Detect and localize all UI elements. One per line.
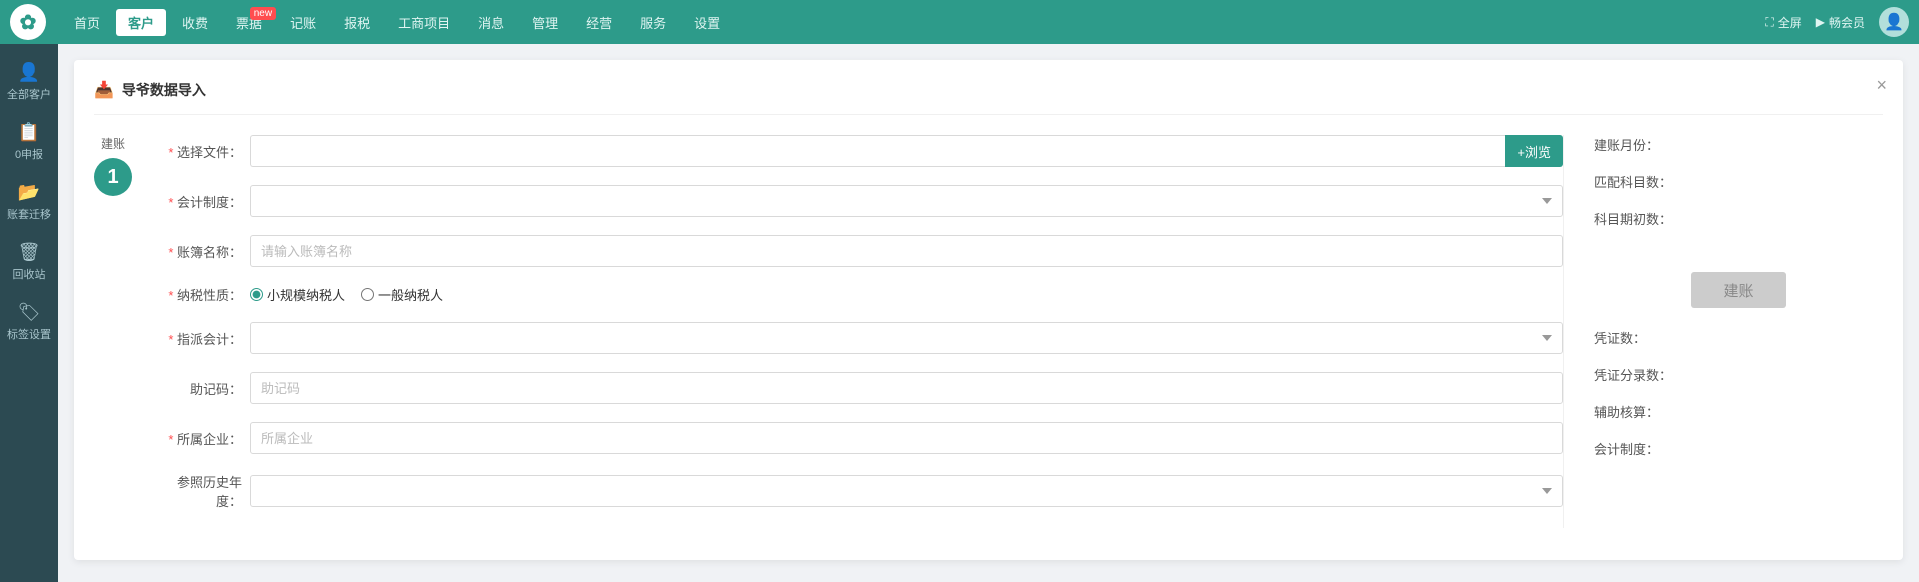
right-row-voucher-count: 凭证数： bbox=[1594, 328, 1883, 347]
migration-icon: 📂 bbox=[18, 182, 40, 203]
label-select-file: 选择文件： bbox=[162, 142, 242, 161]
logo-icon: ✿ bbox=[20, 10, 37, 35]
sidebar-item-all-customers[interactable]: 👤 全部客户 bbox=[0, 54, 58, 110]
top-nav: ✿ 首页 客户 收费 票据 new 记账 报税 工商项目 消息 管理 经营 服务… bbox=[0, 0, 1919, 44]
nav-item-message[interactable]: 消息 bbox=[466, 9, 516, 36]
radio-small-label: 小规模纳税人 bbox=[267, 285, 345, 304]
form-right: 建账月份： 匹配科目数： 科目期初数： 建账 凭证数： bbox=[1563, 135, 1883, 528]
nav-logo: ✿ bbox=[10, 4, 46, 40]
right-label-aux-accounting: 辅助核算： bbox=[1594, 402, 1684, 421]
right-label-voucher-entries: 凭证分录数： bbox=[1594, 365, 1684, 384]
row-ref-historical-year: 参照历史年度： bbox=[162, 472, 1563, 510]
member-icon: ▶ bbox=[1816, 15, 1825, 29]
import-icon: 📥 bbox=[94, 80, 114, 100]
build-button[interactable]: 建账 bbox=[1691, 272, 1785, 308]
nav-right: ⛶ 全屏 ▶ 畅会员 👤 bbox=[1765, 7, 1909, 37]
nav-item-service[interactable]: 服务 bbox=[628, 9, 678, 36]
right-label-match-subjects: 匹配科目数： bbox=[1594, 172, 1684, 191]
radio-small-taxpayer[interactable]: 小规模纳税人 bbox=[250, 285, 345, 304]
sidebar-item-account-migration[interactable]: 📂 账套迁移 bbox=[0, 174, 58, 230]
step-circle: 1 bbox=[94, 158, 132, 196]
label-affiliated-company: 所属企业： bbox=[162, 429, 242, 448]
main-content: 📥 导爷数据导入 × 建账 1 选择文件： bbox=[58, 44, 1919, 582]
tag-icon: 🏷 bbox=[18, 302, 41, 323]
row-select-file: 选择文件： +浏览 bbox=[162, 135, 1563, 167]
nav-items: 首页 客户 收费 票据 new 记账 报税 工商项目 消息 管理 经营 服务 设… bbox=[62, 9, 1765, 36]
tax-nature-radio-group: 小规模纳税人 一般纳税人 bbox=[250, 285, 1563, 304]
fullscreen-button[interactable]: ⛶ 全屏 bbox=[1765, 14, 1801, 31]
nav-item-customer[interactable]: 客户 bbox=[116, 9, 166, 36]
dialog-title: 导爷数据导入 bbox=[122, 80, 206, 100]
accounting-system-select[interactable] bbox=[250, 185, 1563, 217]
declaration-icon: 📋 bbox=[18, 122, 40, 143]
new-badge: new bbox=[250, 7, 276, 20]
trash-icon: 🗑 bbox=[18, 242, 41, 263]
nav-item-manage[interactable]: 管理 bbox=[520, 9, 570, 36]
right-row-aux-accounting: 辅助核算： bbox=[1594, 402, 1883, 421]
form-left: 建账 1 选择文件： +浏览 bbox=[94, 135, 1563, 528]
label-memo-code: 助记码： bbox=[162, 379, 242, 398]
fullscreen-icon: ⛶ bbox=[1765, 15, 1773, 30]
label-accounting-system: 会计制度： bbox=[162, 192, 242, 211]
radio-general-input[interactable] bbox=[361, 288, 374, 301]
sidebar-item-recycle[interactable]: 🗑 回收站 bbox=[0, 234, 58, 290]
nav-item-business[interactable]: 工商项目 bbox=[386, 9, 462, 36]
right-row-match-subjects: 匹配科目数： bbox=[1594, 172, 1883, 191]
assigned-accountant-select[interactable] bbox=[250, 322, 1563, 354]
right-row-voucher-entries: 凭证分录数： bbox=[1594, 365, 1883, 384]
label-ref-historical-year: 参照历史年度： bbox=[162, 472, 242, 510]
file-input-group: +浏览 bbox=[250, 135, 1563, 167]
sidebar-item-tag-settings[interactable]: 🏷 标签设置 bbox=[0, 294, 58, 350]
nav-item-tax[interactable]: 报税 bbox=[332, 9, 382, 36]
avatar[interactable]: 👤 bbox=[1879, 7, 1909, 37]
row-tax-nature: 纳税性质： 小规模纳税人 一般纳税人 bbox=[162, 285, 1563, 304]
right-label-build-month: 建账月份： bbox=[1594, 135, 1684, 154]
customers-icon: 👤 bbox=[18, 62, 40, 83]
label-assigned-accountant: 指派会计： bbox=[162, 329, 242, 348]
radio-general-label: 一般纳税人 bbox=[378, 285, 443, 304]
form-fields: 选择文件： +浏览 会计制度： bbox=[162, 135, 1563, 528]
row-affiliated-company: 所属企业： bbox=[162, 422, 1563, 454]
ledger-name-input[interactable] bbox=[250, 235, 1563, 267]
row-ledger-name: 账簿名称： bbox=[162, 235, 1563, 267]
affiliated-company-input[interactable] bbox=[250, 422, 1563, 454]
dialog-header: 📥 导爷数据导入 bbox=[94, 80, 1883, 115]
label-tax-nature: 纳税性质： bbox=[162, 285, 242, 304]
nav-item-bookkeeping[interactable]: 记账 bbox=[278, 9, 328, 36]
sidebar: 👤 全部客户 📋 0申报 📂 账套迁移 🗑 回收站 🏷 标签设置 bbox=[0, 44, 58, 582]
right-label-voucher-count: 凭证数： bbox=[1594, 328, 1684, 347]
right-row-subject-init-count: 科目期初数： bbox=[1594, 209, 1883, 228]
row-assigned-accountant: 指派会计： bbox=[162, 322, 1563, 354]
nav-item-fee[interactable]: 收费 bbox=[170, 9, 220, 36]
radio-small-input[interactable] bbox=[250, 288, 263, 301]
memo-code-input[interactable] bbox=[250, 372, 1563, 404]
label-ledger-name: 账簿名称： bbox=[162, 242, 242, 261]
nav-item-operation[interactable]: 经营 bbox=[574, 9, 624, 36]
row-accounting-system: 会计制度： bbox=[162, 185, 1563, 217]
sidebar-item-zero-declaration[interactable]: 📋 0申报 bbox=[0, 114, 58, 170]
step-label: 建账 bbox=[101, 135, 125, 152]
close-button[interactable]: × bbox=[1876, 76, 1887, 94]
browse-button[interactable]: +浏览 bbox=[1505, 135, 1563, 167]
nav-item-invoice[interactable]: 票据 new bbox=[224, 9, 274, 36]
radio-general-taxpayer[interactable]: 一般纳税人 bbox=[361, 285, 443, 304]
right-row-right-accounting-system: 会计制度： bbox=[1594, 439, 1883, 458]
nav-item-home[interactable]: 首页 bbox=[62, 9, 112, 36]
form-layout: 建账 1 选择文件： +浏览 bbox=[94, 135, 1883, 528]
ref-historical-year-select[interactable] bbox=[250, 475, 1563, 507]
build-btn-row: 建账 bbox=[1594, 262, 1883, 308]
right-label-right-accounting-system: 会计制度： bbox=[1594, 439, 1684, 458]
step-indicator: 建账 1 bbox=[94, 135, 132, 528]
right-label-subject-init-count: 科目期初数： bbox=[1594, 209, 1684, 228]
member-button[interactable]: ▶ 畅会员 bbox=[1816, 14, 1865, 31]
nav-item-settings[interactable]: 设置 bbox=[682, 9, 732, 36]
right-row-build-month: 建账月份： bbox=[1594, 135, 1883, 154]
dialog-card: 📥 导爷数据导入 × 建账 1 选择文件： bbox=[74, 60, 1903, 560]
file-input[interactable] bbox=[250, 135, 1505, 167]
row-memo-code: 助记码： bbox=[162, 372, 1563, 404]
